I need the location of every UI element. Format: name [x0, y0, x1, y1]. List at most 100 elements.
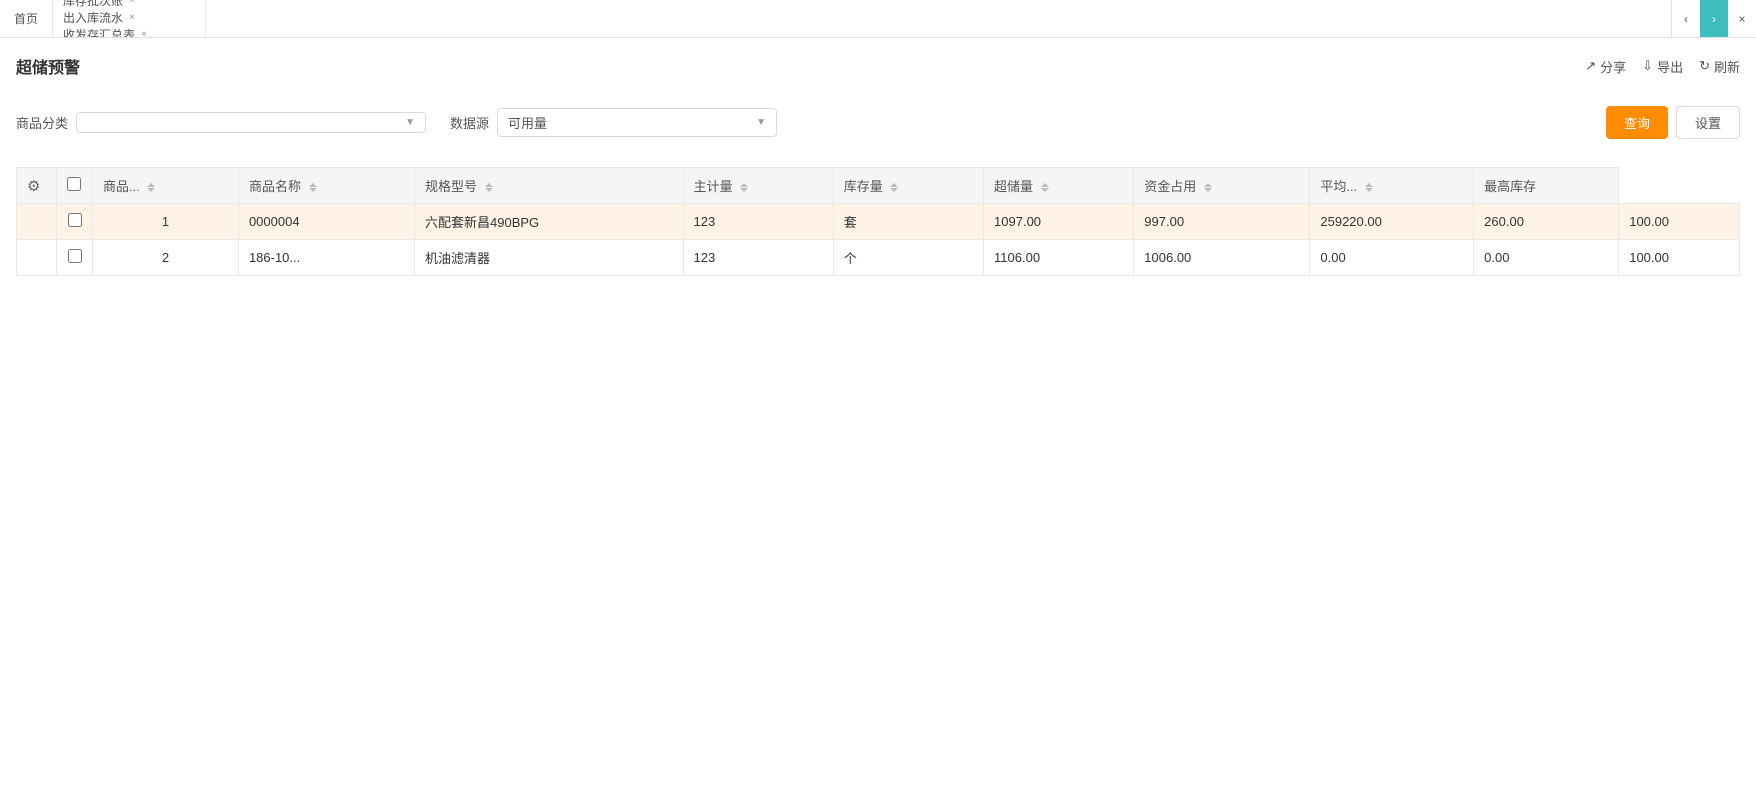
chevron-down-icon-2: ▼ [756, 117, 766, 128]
th-settings: ⚙ [17, 168, 57, 204]
close-icon[interactable]: × [141, 29, 147, 37]
td-maxstock: 100.00 [1619, 240, 1740, 276]
page-actions: ↗ 分享 ⇩ 导出 ↻ 刷新 [1585, 57, 1740, 76]
td-overstock: 997.00 [1134, 204, 1310, 240]
query-button[interactable]: 查询 [1606, 106, 1668, 139]
refresh-link[interactable]: ↻ 刷新 [1699, 57, 1740, 76]
nav-more-btn[interactable]: × [1728, 0, 1756, 37]
td-overstock: 1006.00 [1134, 240, 1310, 276]
settings-gear-icon[interactable]: ⚙ [27, 178, 40, 195]
page-header: 超储预警 ↗ 分享 ⇩ 导出 ↻ 刷新 [16, 54, 1740, 78]
td-checkbox [57, 240, 93, 276]
tabs-container: 拣货任务管理×拣货异常处理×现存量（库存状况表）×现存量（库存分布表）×库存批次… [53, 0, 206, 37]
nav-tab-t5[interactable]: 库存批次账× [53, 0, 206, 9]
sort-up-icon [890, 183, 898, 187]
settings-button[interactable]: 设置 [1676, 106, 1740, 139]
close-icon[interactable]: × [129, 12, 135, 23]
sort-up-icon [147, 183, 155, 187]
th-checkbox [57, 168, 93, 204]
sort-down-icon [147, 188, 155, 192]
nav-home[interactable]: 首页 [0, 0, 53, 37]
category-select[interactable]: ▼ [76, 112, 426, 133]
th-unit: 主计量 [683, 168, 833, 204]
th-avg: 平均... [1310, 168, 1474, 204]
datasource-value: 可用量 [508, 113, 547, 132]
datasource-select[interactable]: 可用量 ▼ [497, 108, 777, 137]
category-label: 商品分类 [16, 113, 68, 132]
chevron-down-icon: ▼ [405, 117, 415, 128]
th-code: 商品... [93, 168, 239, 204]
page-title: 超储预警 [16, 54, 80, 78]
sort-down-icon [1041, 188, 1049, 192]
td-avg: 0.00 [1474, 240, 1619, 276]
table-header-row: ⚙ 商品... 商品名称 [17, 168, 1740, 204]
th-unit-label: 主计量 [694, 179, 733, 194]
filter-category: 商品分类 ▼ [16, 112, 426, 133]
close-icon[interactable]: × [129, 0, 135, 6]
td-stock: 1097.00 [984, 204, 1134, 240]
table-row: 2186-10...机油滤清器123个1106.001006.000.000.0… [17, 240, 1740, 276]
refresh-label: 刷新 [1714, 57, 1740, 76]
th-code-label: 商品... [103, 179, 140, 194]
th-maxstock-label: 最高库存 [1484, 179, 1536, 194]
sort-up-icon [740, 183, 748, 187]
export-link[interactable]: ⇩ 导出 [1642, 57, 1683, 76]
sort-down-icon [740, 188, 748, 192]
td-num: 2 [93, 240, 239, 276]
td-name: 六配套新昌490BPG [415, 204, 683, 240]
share-link[interactable]: ↗ 分享 [1585, 57, 1626, 76]
nav-arrows: ‹ › × [1671, 0, 1756, 37]
th-maxstock: 最高库存 [1474, 168, 1619, 204]
main-content: 超储预警 ↗ 分享 ⇩ 导出 ↻ 刷新 商品分类 ▼ 数据源 [0, 38, 1756, 800]
th-overstock: 超储量 [984, 168, 1134, 204]
th-avg-label: 平均... [1320, 179, 1357, 194]
th-capital-label: 资金占用 [1144, 179, 1196, 194]
nav-tab-label: 出入库流水 [63, 9, 123, 26]
th-name: 商品名称 [238, 168, 414, 204]
td-capital: 0.00 [1310, 240, 1474, 276]
datasource-label: 数据源 [450, 113, 489, 132]
nav-tab-t6[interactable]: 出入库流水 × [53, 9, 206, 26]
table-row: 10000004六配套新昌490BPG123套1097.00997.002592… [17, 204, 1740, 240]
nav-next-btn[interactable]: › [1700, 0, 1728, 37]
nav-tab-label: 收发存汇总表 [63, 26, 135, 37]
nav-tab-t7[interactable]: 收发存汇总表 × [53, 26, 206, 37]
sort-icon-unit [740, 183, 748, 192]
td-num: 1 [93, 204, 239, 240]
sort-icon-name [309, 183, 317, 192]
sort-up-icon [1204, 183, 1212, 187]
sort-up-icon [309, 183, 317, 187]
filter-buttons: 查询 设置 [1606, 106, 1740, 139]
row-checkbox[interactable] [68, 213, 82, 227]
topbar: 首页 拣货任务管理×拣货异常处理×现存量（库存状况表）×现存量（库存分布表）×库… [0, 0, 1756, 38]
export-label: 导出 [1657, 57, 1683, 76]
sort-down-icon [890, 188, 898, 192]
td-unit: 套 [833, 204, 983, 240]
td-code: 0000004 [238, 204, 414, 240]
th-spec: 规格型号 [415, 168, 683, 204]
sort-down-icon [485, 188, 493, 192]
td-name: 机油滤清器 [415, 240, 683, 276]
sort-icon-code [147, 183, 155, 192]
th-overstock-label: 超储量 [994, 179, 1033, 194]
nav-prev-btn[interactable]: ‹ [1672, 0, 1700, 37]
refresh-icon: ↻ [1699, 58, 1710, 74]
td-avg: 260.00 [1474, 204, 1619, 240]
row-checkbox[interactable] [68, 249, 82, 263]
filter-datasource: 数据源 可用量 ▼ [450, 108, 777, 137]
sort-down-icon [1204, 188, 1212, 192]
sort-down-icon [309, 188, 317, 192]
sort-icon-spec [485, 183, 493, 192]
td-capital: 259220.00 [1310, 204, 1474, 240]
select-all-checkbox[interactable] [67, 177, 81, 191]
th-stock-label: 库存量 [844, 179, 883, 194]
sort-icon-avg [1365, 183, 1373, 192]
share-icon: ↗ [1585, 58, 1596, 74]
td-spec: 123 [683, 204, 833, 240]
th-capital: 资金占用 [1134, 168, 1310, 204]
td-spec: 123 [683, 240, 833, 276]
td-settings [17, 240, 57, 276]
sort-up-icon [1365, 183, 1373, 187]
data-table: ⚙ 商品... 商品名称 [16, 167, 1740, 276]
td-settings [17, 204, 57, 240]
